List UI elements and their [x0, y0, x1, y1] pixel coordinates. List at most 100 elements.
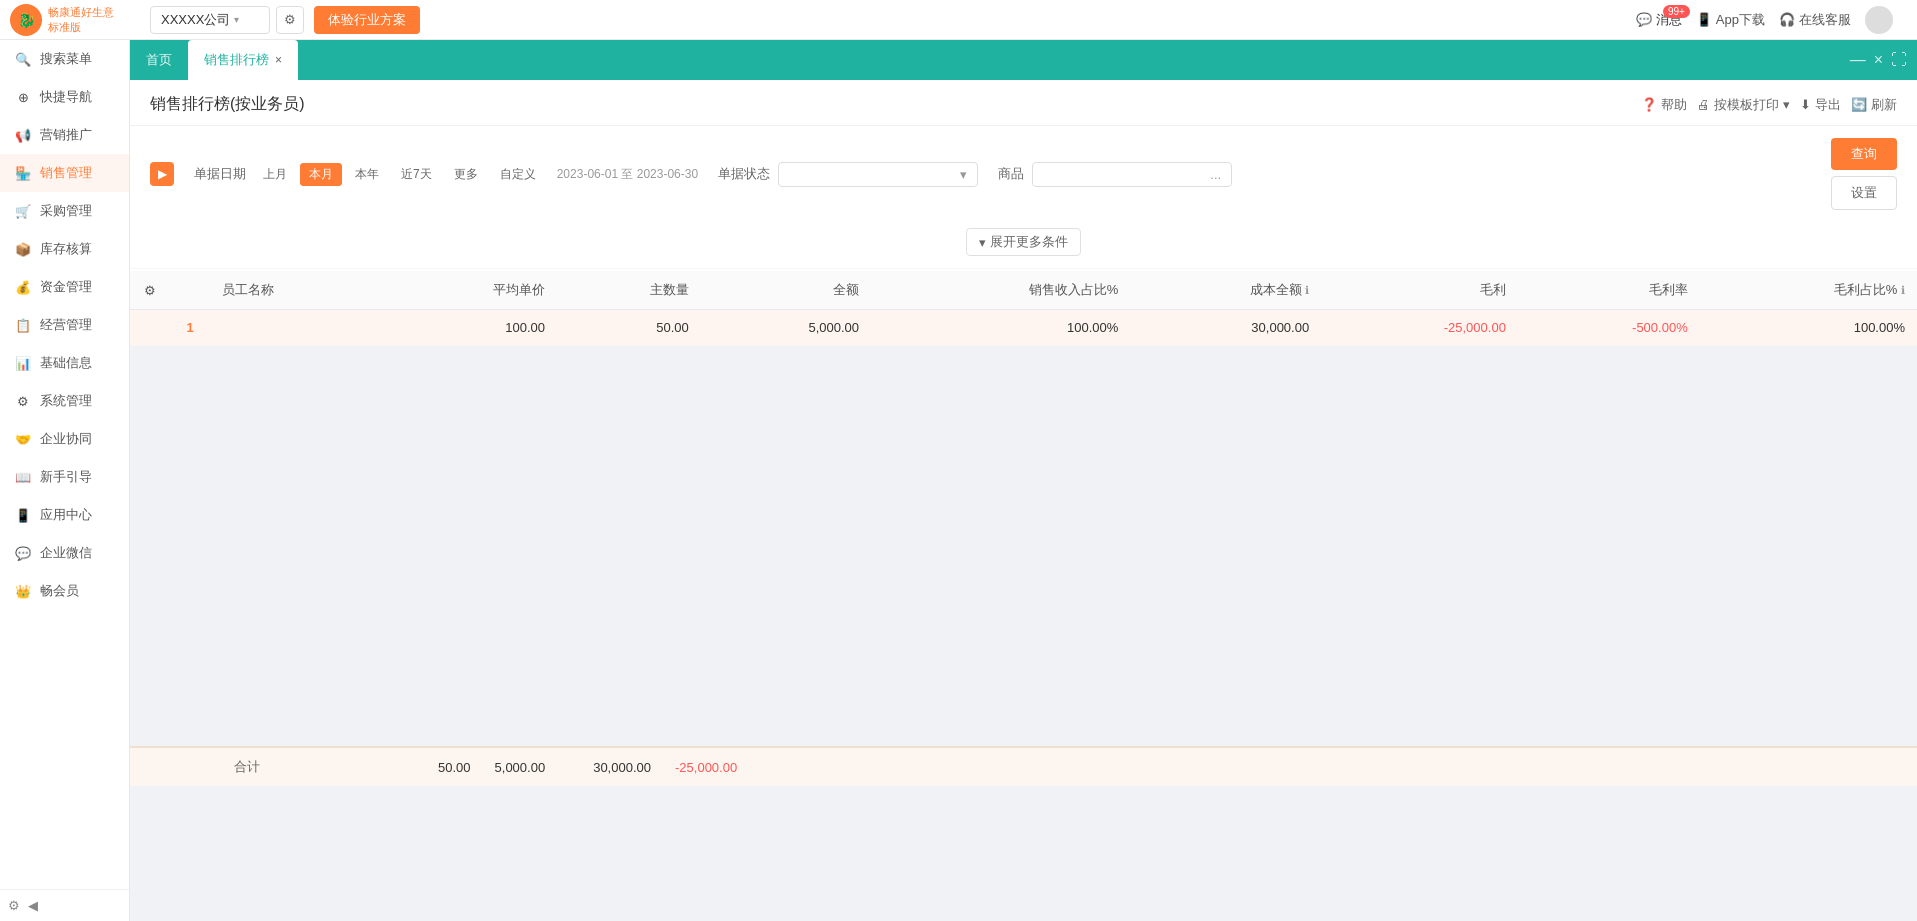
date-btn-custom[interactable]: 自定义: [491, 163, 545, 186]
page-header: 销售排行榜(按业务员) ❓ 帮助 🖨 按模板打印 ▾: [130, 80, 1917, 126]
business-icon: 📋: [14, 316, 32, 334]
service-icon: 🎧: [1779, 12, 1795, 27]
goods-filter: 商品 ...: [998, 162, 1232, 187]
tab-home[interactable]: 首页: [130, 40, 188, 80]
footer-gross: -25,000.00: [663, 760, 749, 775]
sidebar-label-sales: 销售管理: [40, 164, 92, 182]
sidebar-item-finance[interactable]: 💰 资金管理: [0, 268, 129, 306]
sidebar-item-cooperation[interactable]: 🤝 企业协同: [0, 420, 129, 458]
avatar[interactable]: [1865, 6, 1893, 34]
date-btn-more[interactable]: 更多: [445, 163, 487, 186]
footer-qty: 50.00: [426, 760, 483, 775]
cell-avg-price: 100.00: [383, 310, 556, 346]
basic-icon: 📊: [14, 354, 32, 372]
sidebar-item-guide[interactable]: 📖 新手引导: [0, 458, 129, 496]
sidebar-label-basic: 基础信息: [40, 354, 92, 372]
message-badge: 99+: [1663, 5, 1690, 18]
status-filter-label: 单据状态: [718, 165, 770, 183]
sidebar-item-inventory[interactable]: 📦 库存核算: [0, 230, 129, 268]
tab-close-icon[interactable]: ×: [275, 53, 282, 67]
search-icon: 🔍: [14, 50, 32, 68]
col-name: 员工名称: [210, 271, 383, 310]
goods-more-icon[interactable]: ...: [1210, 167, 1221, 182]
tab-sales-ranking[interactable]: 销售排行榜 ×: [188, 40, 298, 80]
cell-amount: 5,000.00: [701, 310, 871, 346]
print-chevron-icon: ▾: [1783, 97, 1790, 112]
tab-minimize-icon[interactable]: —: [1850, 51, 1866, 69]
col-cost: 成本全额 ℹ: [1130, 271, 1321, 310]
goods-filter-label: 商品: [998, 165, 1024, 183]
sidebar-item-search[interactable]: 🔍 搜索菜单: [0, 40, 129, 78]
sidebar-item-system[interactable]: ⚙ 系统管理: [0, 382, 129, 420]
sidebar-label-shortcut: 快捷导航: [40, 88, 92, 106]
help-button[interactable]: ❓ 帮助: [1641, 96, 1687, 114]
page-title: 销售排行榜(按业务员): [150, 94, 305, 115]
date-filter: 单据日期 上月 本月 本年 近7天 更多 自定义 2023-06-01 至 20…: [194, 163, 698, 186]
date-range-text: 2023-06-01 至 2023-06-30: [557, 166, 698, 183]
chevron-down-icon: ▾: [234, 14, 239, 25]
message-button[interactable]: 💬 消息 99+: [1636, 11, 1682, 29]
grosspct-info-icon[interactable]: ℹ: [1901, 284, 1905, 296]
online-service-button[interactable]: 🎧 在线客服: [1779, 11, 1851, 29]
sidebar-label-cooperation: 企业协同: [40, 430, 92, 448]
help-icon: ❓: [1641, 97, 1657, 112]
print-button[interactable]: 🖨 按模板打印 ▾: [1697, 96, 1790, 114]
gear-button[interactable]: ⚙: [276, 6, 304, 34]
print-icon: 🖨: [1697, 97, 1710, 112]
tab-close-all-icon[interactable]: ×: [1874, 51, 1883, 69]
empty-space: [130, 346, 1917, 746]
export-button[interactable]: ⬇ 导出: [1800, 96, 1841, 114]
app-download-button[interactable]: 📱 App下载: [1696, 11, 1765, 29]
sidebar-settings-icon[interactable]: ⚙: [8, 898, 20, 913]
sidebar-item-business[interactable]: 📋 经营管理: [0, 306, 129, 344]
sidebar-item-shortcut[interactable]: ⊕ 快捷导航: [0, 78, 129, 116]
logo-area: 🐉 畅康通好生意 标准版: [10, 4, 140, 36]
system-icon: ⚙: [14, 392, 32, 410]
export-icon: ⬇: [1800, 97, 1811, 112]
member-icon: 👑: [14, 582, 32, 600]
goods-select[interactable]: ...: [1032, 162, 1232, 187]
tab-expand-icon[interactable]: ⛶: [1891, 51, 1907, 69]
col-settings: ⚙: [130, 271, 170, 310]
table-wrapper: ⚙ 员工名称 平均单价 主数量 全额 销售收入占比% 成本全额 ℹ 毛利: [130, 271, 1917, 346]
sidebar-item-wechat[interactable]: 💬 企业微信: [0, 534, 129, 572]
app-icon: 📱: [1696, 12, 1712, 27]
expand-label: 展开更多条件: [990, 233, 1068, 251]
date-btn-curr-month[interactable]: 本月: [300, 163, 342, 186]
footer-total-label: 合计: [222, 758, 402, 776]
query-button[interactable]: 查询: [1831, 138, 1897, 170]
sidebar-label-purchase: 采购管理: [40, 202, 92, 220]
sidebar-item-marketing[interactable]: 📢 营销推广: [0, 116, 129, 154]
company-selector[interactable]: XXXXX公司 ▾: [150, 6, 270, 34]
status-select[interactable]: ▾: [778, 162, 978, 187]
date-btn-prev-month[interactable]: 上月: [254, 163, 296, 186]
date-btn-7days[interactable]: 近7天: [392, 163, 441, 186]
shortcut-icon: ⊕: [14, 88, 32, 106]
sidebar-label-business: 经营管理: [40, 316, 92, 334]
col-amount: 全额: [701, 271, 871, 310]
sidebar-item-purchase[interactable]: 🛒 采购管理: [0, 192, 129, 230]
top-bar: 🐉 畅康通好生意 标准版 XXXXX公司 ▾ ⚙ 体验行业方案 💬 消息 99+…: [0, 0, 1917, 40]
settings-button[interactable]: 设置: [1831, 176, 1897, 210]
sidebar-bottom: ⚙ ◀: [0, 889, 129, 921]
tab-bar: 首页 销售排行榜 × — × ⛶: [130, 40, 1917, 80]
sidebar-label-member: 畅会员: [40, 582, 79, 600]
expand-more-button[interactable]: ▾ 展开更多条件: [966, 228, 1081, 256]
table-settings-icon[interactable]: ⚙: [144, 283, 156, 298]
cell-qty: 50.00: [557, 310, 701, 346]
filter-toggle-icon: ▶: [158, 167, 167, 181]
sidebar-item-member[interactable]: 👑 畅会员: [0, 572, 129, 610]
industry-button[interactable]: 体验行业方案: [314, 6, 420, 34]
sidebar-item-sales[interactable]: 🏪 销售管理: [0, 154, 129, 192]
col-gross: 毛利: [1321, 271, 1518, 310]
sidebar-item-basic[interactable]: 📊 基础信息: [0, 344, 129, 382]
sales-icon: 🏪: [14, 164, 32, 182]
filter-toggle-button[interactable]: ▶: [150, 162, 174, 186]
cell-sales-pct: 100.00%: [871, 310, 1130, 346]
sidebar-item-appstore[interactable]: 📱 应用中心: [0, 496, 129, 534]
cost-info-icon[interactable]: ℹ: [1305, 284, 1309, 296]
table-header-row: ⚙ 员工名称 平均单价 主数量 全额 销售收入占比% 成本全额 ℹ 毛利: [130, 271, 1917, 310]
refresh-button[interactable]: 🔄 刷新: [1851, 96, 1897, 114]
sidebar-collapse-icon[interactable]: ◀: [28, 898, 38, 913]
date-btn-curr-year[interactable]: 本年: [346, 163, 388, 186]
